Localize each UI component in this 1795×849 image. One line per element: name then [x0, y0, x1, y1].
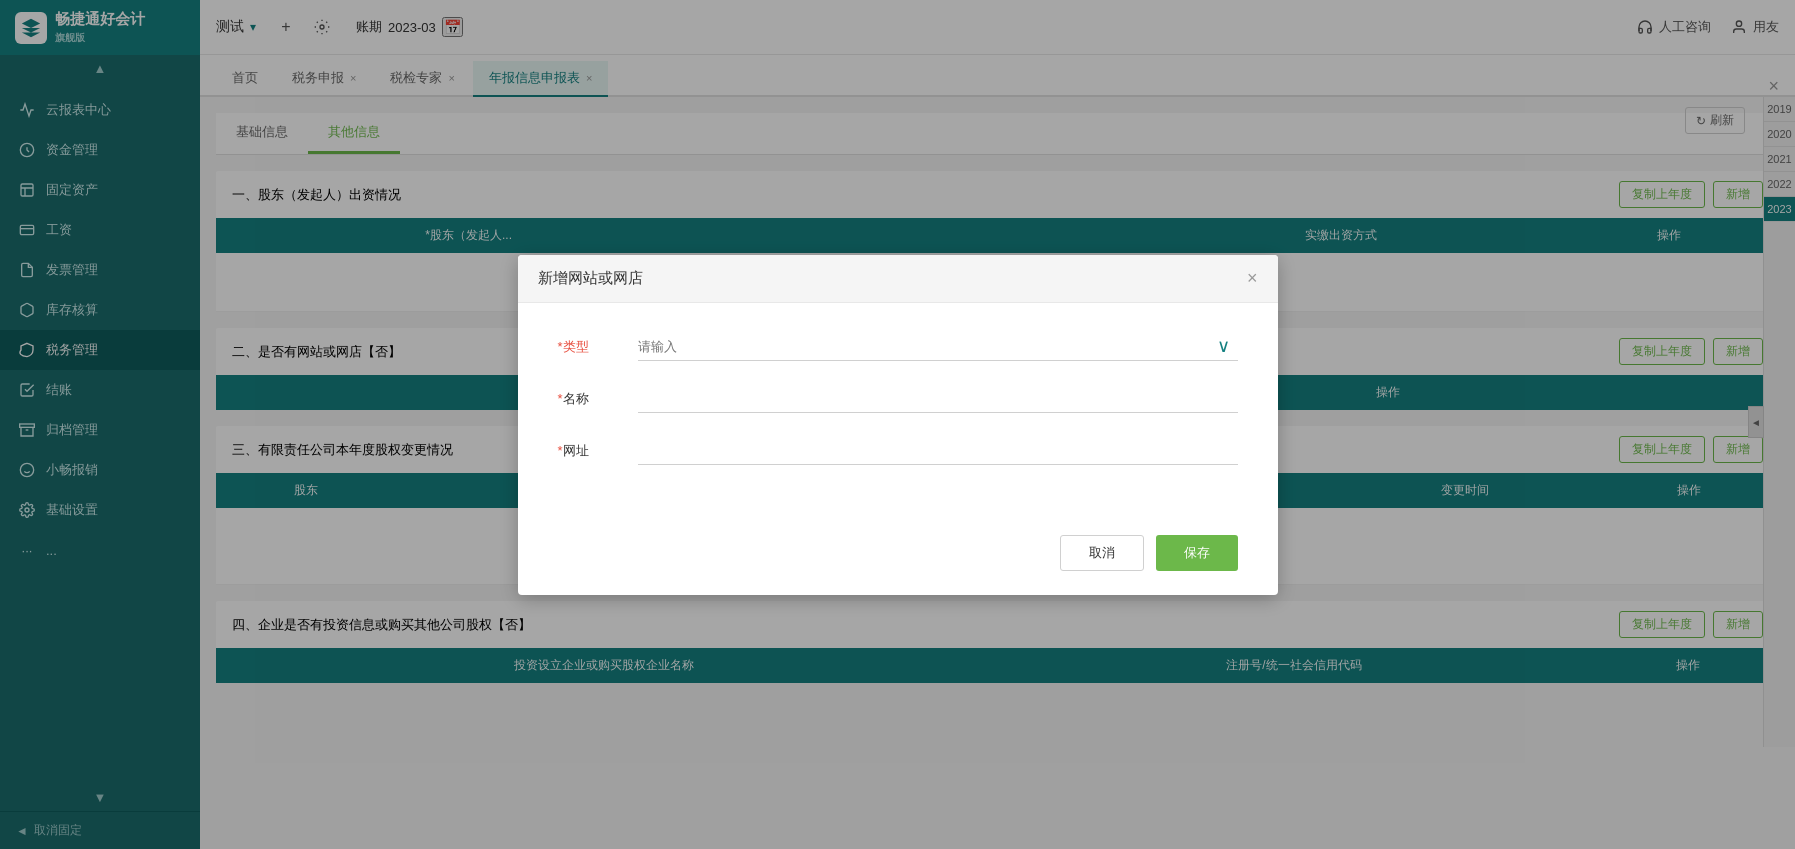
dialog-close-button[interactable]: × — [1247, 269, 1258, 287]
dialog-overlay[interactable]: 新增网站或网店 × *类型 ∨ *名称 — [0, 0, 1795, 849]
dialog-title: 新增网站或网店 — [538, 269, 643, 288]
name-input[interactable] — [638, 385, 1238, 412]
type-label: *类型 — [558, 338, 618, 356]
dialog-footer: 取消 保存 — [518, 519, 1278, 595]
name-label-text: 名称 — [563, 391, 589, 406]
save-button[interactable]: 保存 — [1156, 535, 1238, 571]
dialog-body: *类型 ∨ *名称 *网址 — [518, 303, 1278, 519]
name-label: *名称 — [558, 390, 618, 408]
form-row-url: *网址 — [558, 437, 1238, 465]
url-label-text: 网址 — [563, 443, 589, 458]
type-input[interactable] — [638, 333, 1238, 360]
url-input-wrap — [638, 437, 1238, 465]
add-website-dialog: 新增网站或网店 × *类型 ∨ *名称 — [518, 255, 1278, 595]
dialog-header: 新增网站或网店 × — [518, 255, 1278, 303]
cancel-button[interactable]: 取消 — [1060, 535, 1144, 571]
url-input[interactable] — [638, 437, 1238, 464]
type-label-text: 类型 — [563, 339, 589, 354]
form-row-type: *类型 ∨ — [558, 333, 1238, 361]
form-row-name: *名称 — [558, 385, 1238, 413]
type-input-wrap: ∨ — [638, 333, 1238, 361]
url-label: *网址 — [558, 442, 618, 460]
name-input-wrap — [638, 385, 1238, 413]
